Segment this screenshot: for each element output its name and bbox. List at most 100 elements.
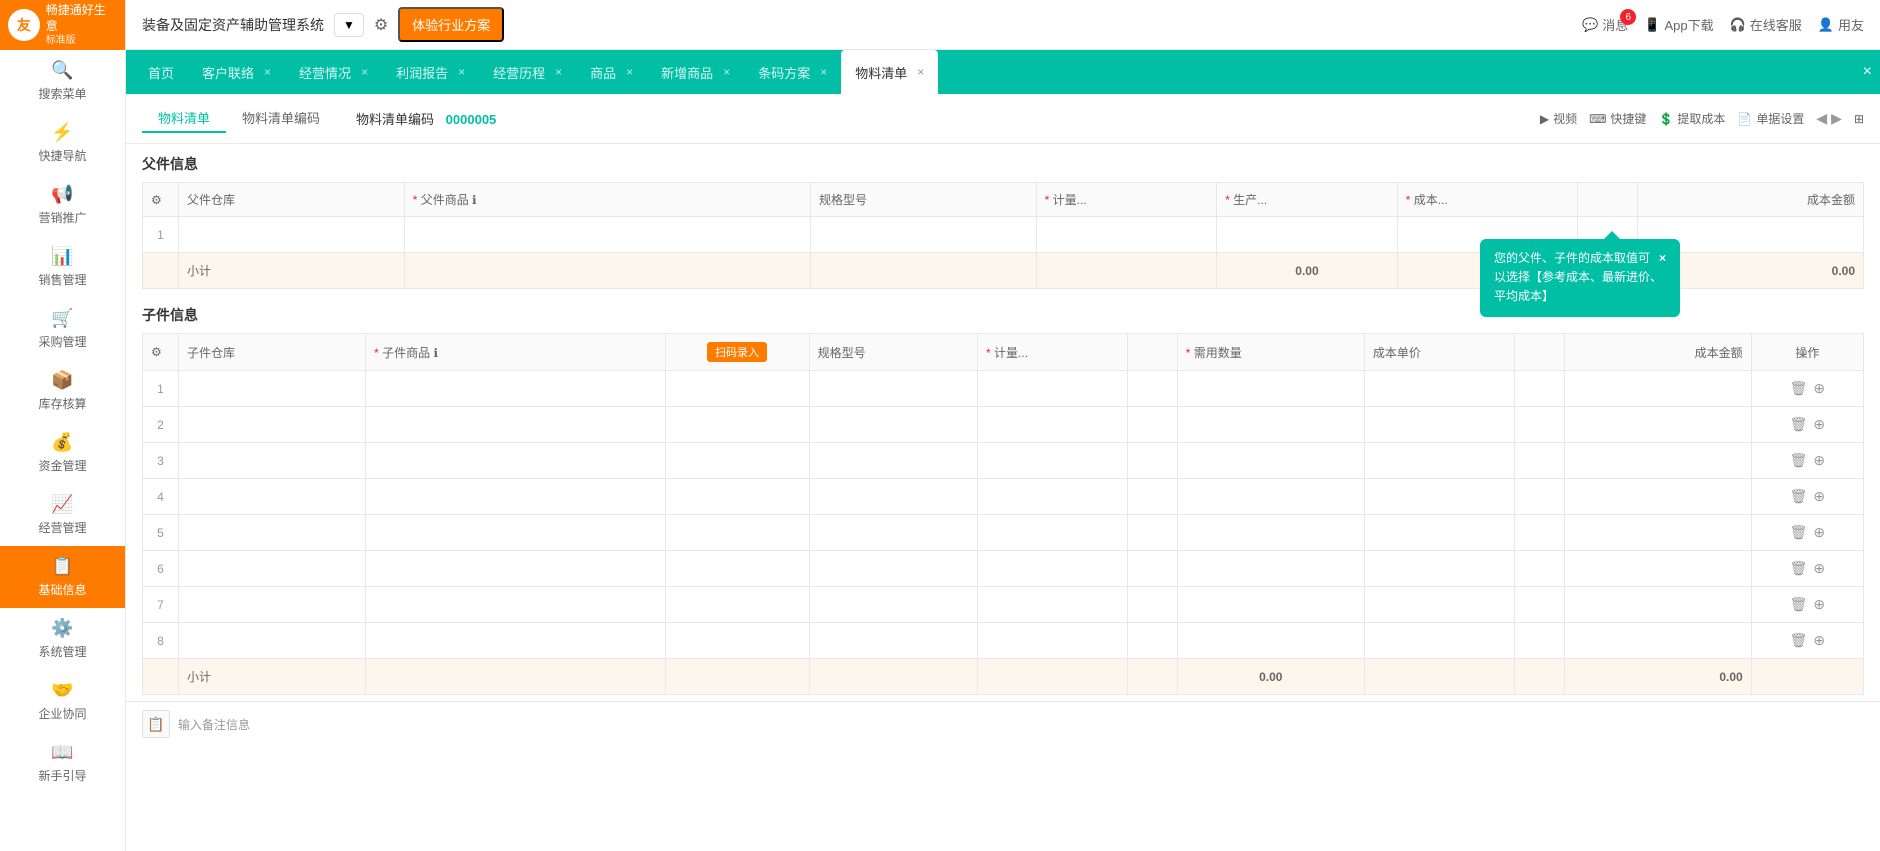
child-warehouse-3[interactable] [179,443,366,479]
sidebar-item-purchase[interactable]: 🛒 采购管理 [0,298,125,360]
tab-close-icon[interactable]: × [555,65,562,79]
child-unit-cost-1[interactable] [1364,371,1514,407]
child-amount-6[interactable] [1564,551,1751,587]
delete-icon[interactable]: 🗑 [1790,524,1808,541]
delete-icon[interactable]: 🗑 [1790,488,1808,505]
user-button[interactable]: 👤 用友 [1818,15,1864,34]
child-unit-8[interactable] [978,623,1128,659]
tab-close-icon[interactable]: × [917,65,924,79]
parent-warehouse-cell[interactable] [179,217,405,253]
parent-produce-cell[interactable] [1217,217,1398,253]
copy-icon[interactable]: ⊕ [1813,632,1825,649]
delete-icon[interactable]: 🗑 [1790,452,1808,469]
app-download-button[interactable]: 📱 App下载 [1644,15,1713,34]
child-spec-7[interactable] [809,587,977,623]
tab-customer[interactable]: 客户联络 × [188,50,285,94]
child-qty-7[interactable] [1177,587,1364,623]
message-button[interactable]: 💬 消息 6 [1582,15,1628,34]
delete-icon[interactable]: 🗑 [1790,632,1808,649]
parent-goods-cell[interactable] [404,217,810,253]
child-col-scan[interactable]: 扫码录入 [665,334,809,371]
child-qty-1[interactable] [1177,371,1364,407]
child-unit-5[interactable] [978,515,1128,551]
scan-input-button[interactable]: 扫码录入 [707,342,767,362]
child-unit-cost-7[interactable] [1364,587,1514,623]
tab-profit[interactable]: 利润报告 × [382,50,479,94]
video-action[interactable]: ▶ 视频 [1540,110,1577,127]
child-warehouse-6[interactable] [179,551,366,587]
tab-close-icon[interactable]: × [723,65,730,79]
child-spec-8[interactable] [809,623,977,659]
sidebar-item-inventory[interactable]: 📦 库存核算 [0,360,125,422]
delete-icon[interactable]: 🗑 [1790,380,1808,397]
child-amount-3[interactable] [1564,443,1751,479]
tooltip-close-button[interactable]: × [1659,249,1666,268]
note-hint[interactable]: 输入备注信息 [178,716,250,733]
sidebar-item-operations[interactable]: 📈 经营管理 [0,484,125,546]
child-amount-2[interactable] [1564,407,1751,443]
online-service-button[interactable]: 🎧 在线客服 [1730,15,1802,34]
child-unit-cost-8[interactable] [1364,623,1514,659]
delete-icon[interactable]: 🗑 [1790,416,1808,433]
child-amount-7[interactable] [1564,587,1751,623]
extract-cost-action[interactable]: 💲 提取成本 [1658,110,1725,127]
copy-icon[interactable]: ⊕ [1813,524,1825,541]
sidebar-item-basic-info[interactable]: 📋 基础信息 [0,546,125,608]
grid-view-icon[interactable]: ⊞ [1854,112,1864,126]
copy-icon[interactable]: ⊕ [1813,380,1825,397]
child-goods-1[interactable] [366,371,665,407]
child-amount-8[interactable] [1564,623,1751,659]
parent-col-settings[interactable]: ⚙ [143,183,179,217]
child-col-settings[interactable]: ⚙ [143,334,179,371]
child-warehouse-8[interactable] [179,623,366,659]
child-qty-4[interactable] [1177,479,1364,515]
child-warehouse-5[interactable] [179,515,366,551]
sidebar-item-enterprise[interactable]: 🤝 企业协同 [0,670,125,732]
child-goods-5[interactable] [366,515,665,551]
settings-icon[interactable]: ⚙ [374,15,388,35]
doc-settings-action[interactable]: 📄 单据设置 [1737,110,1804,127]
prev-icon[interactable]: ◀ [1816,110,1827,127]
child-goods-2[interactable] [366,407,665,443]
copy-icon[interactable]: ⊕ [1813,560,1825,577]
delete-icon[interactable]: 🗑 [1790,560,1808,577]
child-warehouse-7[interactable] [179,587,366,623]
child-warehouse-1[interactable] [179,371,366,407]
next-icon[interactable]: ▶ [1831,110,1842,127]
tab-goods[interactable]: 商品 × [576,50,647,94]
copy-icon[interactable]: ⊕ [1813,488,1825,505]
child-warehouse-2[interactable] [179,407,366,443]
child-unit-1[interactable] [978,371,1128,407]
child-unit-3[interactable] [978,443,1128,479]
child-goods-7[interactable] [366,587,665,623]
parent-spec-cell[interactable] [810,217,1036,253]
delete-icon[interactable]: 🗑 [1790,596,1808,613]
copy-icon[interactable]: ⊕ [1813,416,1825,433]
child-amount-4[interactable] [1564,479,1751,515]
sidebar-item-search[interactable]: 🔍 搜索菜单 [0,50,125,112]
note-icon[interactable]: 📋 [142,710,170,738]
child-spec-3[interactable] [809,443,977,479]
child-spec-1[interactable] [809,371,977,407]
child-unit-cost-4[interactable] [1364,479,1514,515]
child-warehouse-4[interactable] [179,479,366,515]
child-unit-cost-3[interactable] [1364,443,1514,479]
child-unit-cost-6[interactable] [1364,551,1514,587]
child-unit-cost-5[interactable] [1364,515,1514,551]
child-qty-5[interactable] [1177,515,1364,551]
child-goods-4[interactable] [366,479,665,515]
child-qty-3[interactable] [1177,443,1364,479]
child-goods-6[interactable] [366,551,665,587]
shortcut-action[interactable]: ⌨ 快捷键 [1589,110,1646,127]
sidebar-item-finance[interactable]: 💰 资金管理 [0,422,125,484]
child-spec-5[interactable] [809,515,977,551]
system-dropdown[interactable]: ▼ [334,13,364,37]
page-tab-bom-code[interactable]: 物料清单编码 [226,104,336,133]
child-spec-6[interactable] [809,551,977,587]
trial-button[interactable]: 体验行业方案 [398,7,504,42]
parent-unit-cell[interactable] [1036,217,1217,253]
child-unit-cost-2[interactable] [1364,407,1514,443]
child-spec-2[interactable] [809,407,977,443]
child-goods-8[interactable] [366,623,665,659]
copy-icon[interactable]: ⊕ [1813,452,1825,469]
